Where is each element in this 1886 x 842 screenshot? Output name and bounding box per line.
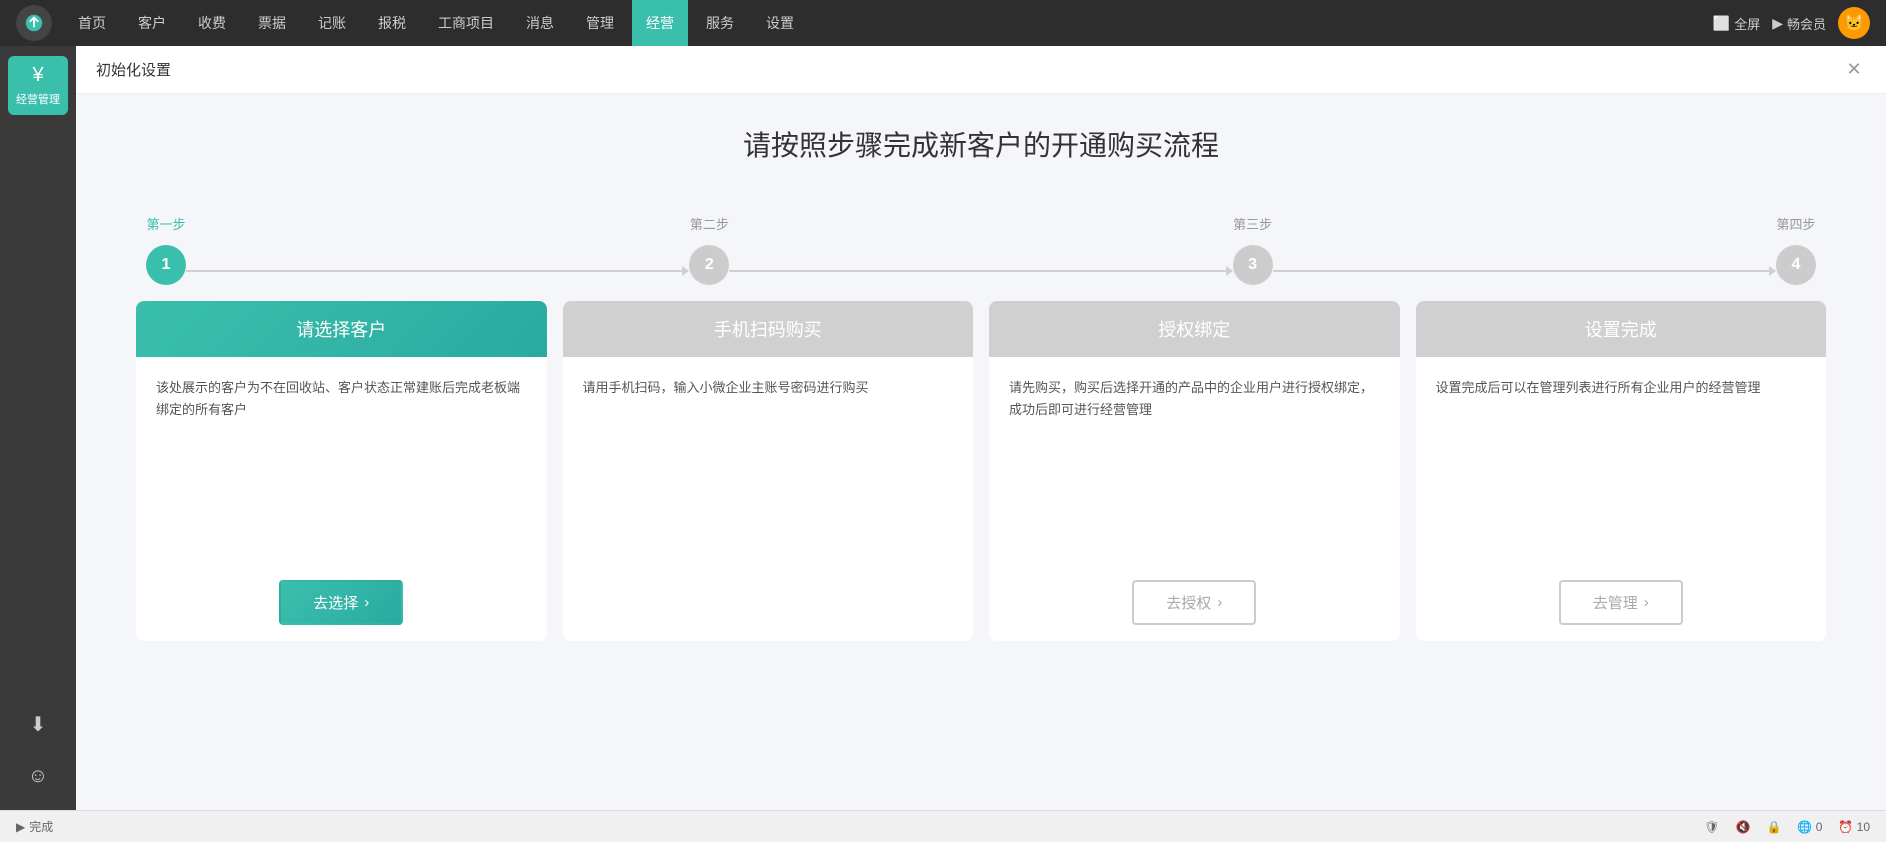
- nav-message[interactable]: 消息: [512, 0, 568, 46]
- card-2-body: 请用手机扫码，输入小微企业主账号密码进行购买: [563, 357, 974, 609]
- step-4-circle: 4: [1776, 245, 1816, 285]
- content-area: 请按照步骤完成新客户的开通购买流程 第一步 1: [76, 94, 1886, 810]
- step-2-circle: 2: [689, 245, 729, 285]
- play-icon-bottom: ▶ 完成: [16, 818, 53, 835]
- nav-tax[interactable]: 报税: [364, 0, 420, 46]
- nav-operation[interactable]: 经营: [632, 0, 688, 46]
- nav-manage[interactable]: 管理: [572, 0, 628, 46]
- card-step-2: 手机扫码购买 请用手机扫码，输入小微企业主账号密码进行购买: [563, 301, 974, 641]
- go-authorize-button[interactable]: 去授权 ›: [1132, 580, 1256, 625]
- card-step-4: 设置完成 设置完成后可以在管理列表进行所有企业用户的经营管理 去管理 ›: [1416, 301, 1827, 641]
- nav-ticket[interactable]: 票据: [244, 0, 300, 46]
- close-button[interactable]: ✕: [1842, 58, 1866, 82]
- nav-service[interactable]: 服务: [692, 0, 748, 46]
- nav-home[interactable]: 首页: [64, 0, 120, 46]
- connector-3-4: [1273, 270, 1776, 272]
- main-layout: ¥ 经营管理 ⬇ ☺ 初始化设置 ✕ 请按照步骤完成新客户的开通购买流程: [0, 46, 1886, 810]
- arrow-icon: ›: [364, 594, 369, 611]
- cards-row: 请选择客户 该处展示的客户为不在回收站、客户状态正常建账后完成老板端绑定的所有客…: [116, 301, 1846, 641]
- sidebar-support[interactable]: ☺: [8, 757, 68, 800]
- main-content: 初始化设置 ✕ 请按照步骤完成新客户的开通购买流程 第一步 1: [76, 46, 1886, 810]
- nav-accounting[interactable]: 记账: [304, 0, 360, 46]
- step-4-label: 第四步: [1776, 214, 1815, 233]
- sidebar-item-label: 经营管理: [16, 91, 60, 107]
- card-4-body: 设置完成后可以在管理列表进行所有企业用户的经营管理: [1416, 357, 1827, 564]
- step-1-circle: 1: [146, 245, 186, 285]
- card-4-header: 设置完成: [1416, 301, 1827, 357]
- nav-fee[interactable]: 收费: [184, 0, 240, 46]
- step-3-circle: 3: [1233, 245, 1273, 285]
- card-3-body: 请先购买，购买后选择开通的产品中的企业用户进行授权绑定，成功后即可进行经营管理: [989, 357, 1400, 564]
- shield-icon: 🛡: [1704, 820, 1719, 834]
- card-2-footer: [563, 609, 974, 641]
- go-manage-button[interactable]: 去管理 ›: [1559, 580, 1683, 625]
- operation-icon: ¥: [32, 64, 43, 87]
- bottom-right: 🛡 🔇 🔒 🌐 0 ⏰ 10: [1704, 820, 1870, 834]
- step-item-4: 第四步 4: [1776, 214, 1816, 285]
- arrow-icon-4: ›: [1644, 594, 1649, 611]
- connector-1-2: [186, 270, 689, 272]
- step-item-2: 第二步 2: [689, 214, 729, 285]
- download-icon: ⬇: [30, 712, 47, 737]
- nav-business[interactable]: 工商项目: [424, 0, 508, 46]
- sidebar: ¥ 经营管理 ⬇ ☺: [0, 46, 76, 810]
- step-1-label: 第一步: [146, 214, 185, 233]
- support-icon: ☺: [28, 765, 48, 788]
- nav-settings[interactable]: 设置: [752, 0, 808, 46]
- card-step-3: 授权绑定 请先购买，购买后选择开通的产品中的企业用户进行授权绑定，成功后即可进行…: [989, 301, 1400, 641]
- nav-customer[interactable]: 客户: [124, 0, 180, 46]
- connector-2-3: [729, 270, 1232, 272]
- step-item-1: 第一步 1: [146, 214, 186, 285]
- step-3-label: 第三步: [1233, 214, 1272, 233]
- top-nav: 首页 客户 收费 票据 记账 报税 工商项目 消息 管理 经营 服务 设置 ⬜ …: [0, 0, 1886, 46]
- sidebar-bottom: ⬇ ☺: [8, 704, 68, 810]
- volume-icon: 🔇: [1736, 820, 1751, 834]
- steps-and-cards: 第一步 1 第二步 2: [116, 214, 1846, 641]
- lock-icon: 🔒: [1766, 820, 1781, 834]
- network-icon: 🌐 0: [1797, 820, 1822, 834]
- sidebar-download[interactable]: ⬇: [8, 704, 68, 749]
- go-select-button[interactable]: 去选择 ›: [279, 580, 403, 625]
- step-item-3: 第三步 3: [1233, 214, 1273, 285]
- card-4-footer: 去管理 ›: [1416, 564, 1827, 641]
- user-avatar[interactable]: 🐱: [1838, 7, 1870, 39]
- clock-icon: ⏰ 10: [1838, 820, 1870, 834]
- card-step-1: 请选择客户 该处展示的客户为不在回收站、客户状态正常建账后完成老板端绑定的所有客…: [136, 301, 547, 641]
- step-2-label: 第二步: [690, 214, 729, 233]
- card-1-footer: 去选择 ›: [136, 564, 547, 641]
- card-3-header: 授权绑定: [989, 301, 1400, 357]
- sidebar-item-operation[interactable]: ¥ 经营管理: [8, 56, 68, 115]
- arrow-icon-3: ›: [1217, 594, 1222, 611]
- steps-row: 第一步 1 第二步 2: [116, 214, 1846, 285]
- bottom-bar: ▶ 完成 🛡 🔇 🔒 🌐 0 ⏰ 10: [0, 810, 1886, 842]
- nav-right: ⬜ 全屏 ▶ 畅会员 🐱: [1713, 7, 1870, 39]
- fullscreen-btn[interactable]: ⬜ 全屏: [1713, 14, 1760, 33]
- card-1-body: 该处展示的客户为不在回收站、客户状态正常建账后完成老板端绑定的所有客户: [136, 357, 547, 564]
- member-btn[interactable]: ▶ 畅会员: [1772, 14, 1826, 33]
- card-3-footer: 去授权 ›: [989, 564, 1400, 641]
- page-headline: 请按照步骤完成新客户的开通购买流程: [116, 124, 1846, 164]
- app-logo: [16, 5, 52, 41]
- card-1-header: 请选择客户: [136, 301, 547, 357]
- card-2-header: 手机扫码购买: [563, 301, 974, 357]
- page-header: 初始化设置 ✕: [76, 46, 1886, 94]
- page-title: 初始化设置: [96, 59, 171, 80]
